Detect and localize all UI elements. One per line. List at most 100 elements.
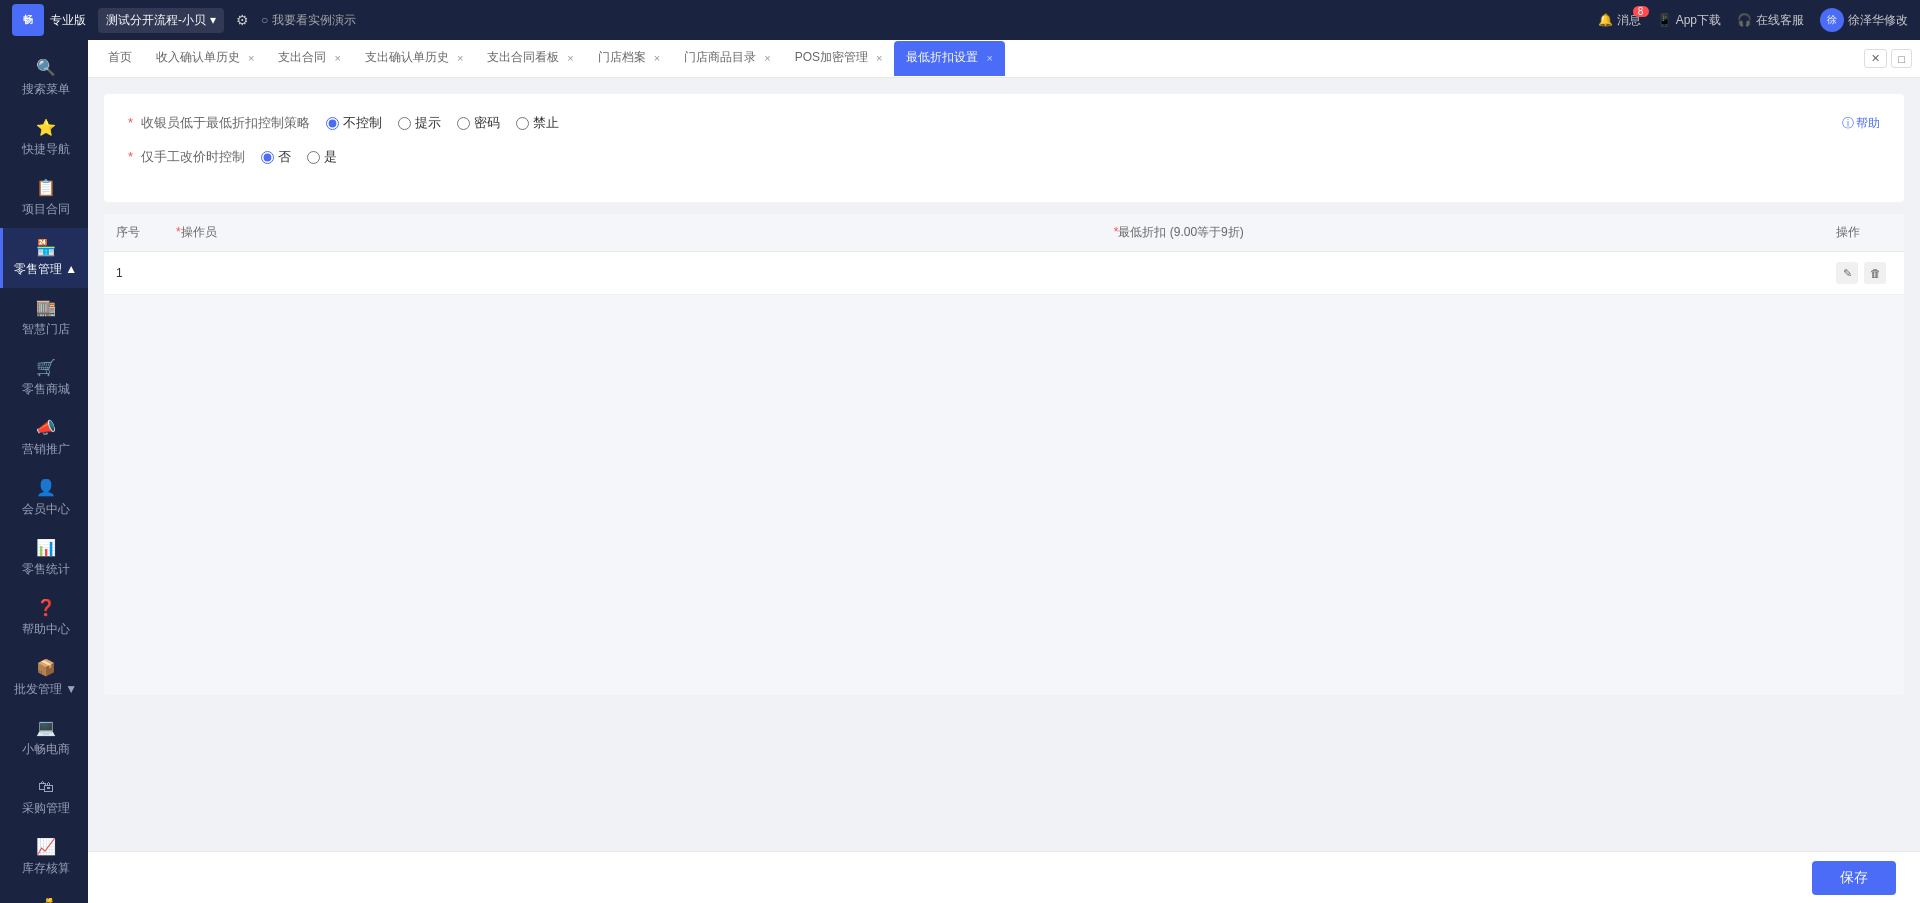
field1-required-mark: * <box>128 115 133 130</box>
chevron-down-icon: ▾ <box>210 13 216 27</box>
sidebar-item-marketing[interactable]: 📣 营销推广 <box>0 408 88 468</box>
tab-store-file-close[interactable]: × <box>654 52 660 64</box>
messages-btn[interactable]: 🔔 消息 8 <box>1598 12 1641 29</box>
th-actions: 操作 <box>1824 214 1904 252</box>
tab-store-products-close[interactable]: × <box>764 52 770 64</box>
purchase-icon: 🛍 <box>38 778 54 796</box>
tab-home[interactable]: 首页 <box>96 41 144 76</box>
radio-yes[interactable]: 是 <box>307 148 337 166</box>
top-bar-right: 🔔 消息 8 📱 App下载 🎧 在线客服 徐 徐泽华修改 <box>1598 8 1908 32</box>
save-button[interactable]: 保存 <box>1812 861 1896 895</box>
sidebar-item-ecommerce[interactable]: 💻 小畅电商 <box>0 708 88 768</box>
radio-forbid-input[interactable] <box>516 117 529 130</box>
user-profile-btn[interactable]: 徐 徐泽华修改 <box>1820 8 1908 32</box>
tab-expenditure-history-label: 支出确认单历史 <box>365 49 449 66</box>
table-header-row: 序号 *操作员 *最低折扣 (9.00等于9折) 操作 <box>104 214 1904 252</box>
radio-no-control[interactable]: 不控制 <box>326 114 382 132</box>
edit-icon[interactable]: ✎ <box>1836 262 1858 284</box>
project-name: 测试分开流程-小贝 <box>106 12 206 29</box>
app-download-btn[interactable]: 📱 App下载 <box>1657 12 1721 29</box>
headset-icon: 🎧 <box>1737 13 1752 27</box>
sidebar-item-search[interactable]: 🔍 搜索菜单 <box>0 48 88 108</box>
mall-icon: 🛒 <box>36 358 56 377</box>
question-icon: ⓘ <box>1842 115 1854 132</box>
tab-min-discount-close[interactable]: × <box>986 52 992 64</box>
tab-expenditure-contract-close[interactable]: × <box>334 52 340 64</box>
radio-tip-label: 提示 <box>415 114 441 132</box>
tab-pos-encrypt[interactable]: POS加密管理 × <box>783 41 895 76</box>
radio-password[interactable]: 密码 <box>457 114 500 132</box>
radio-no-control-input[interactable] <box>326 117 339 130</box>
sidebar-item-wholesale[interactable]: 📦 批发管理 ▼ <box>0 648 88 708</box>
help-label: 帮助 <box>1856 115 1880 132</box>
sidebar-label-smart-store: 智慧门店 <box>22 321 70 338</box>
tab-maximize-btn[interactable]: □ <box>1891 49 1912 68</box>
tab-expenditure-board-label: 支出合同看板 <box>487 49 559 66</box>
td-actions: ✎ 🗑 <box>1824 252 1904 295</box>
help-btn[interactable]: ⓘ 帮助 <box>1842 115 1880 132</box>
sidebar-item-help[interactable]: ❓ 帮助中心 <box>0 588 88 648</box>
tab-store-file-label: 门店档案 <box>598 49 646 66</box>
sidebar-item-retail-mall[interactable]: 🛒 零售商城 <box>0 348 88 408</box>
radio-no-label: 否 <box>278 148 291 166</box>
sidebar-item-contract[interactable]: 📋 项目合同 <box>0 168 88 228</box>
content-area: 首页 收入确认单历史 × 支出合同 × 支出确认单历史 × 支出合同看板 × 门… <box>88 40 1920 903</box>
store-icon: 🏬 <box>36 298 56 317</box>
th-discount: *最低折扣 (9.00等于9折) <box>1102 214 1824 252</box>
tab-expenditure-history[interactable]: 支出确认单历史 × <box>353 41 475 76</box>
tab-store-products[interactable]: 门店商品目录 × <box>672 41 782 76</box>
page-content: * 收银员低于最低折扣控制策略 不控制 提示 <box>88 78 1920 851</box>
download-icon: 📱 <box>1657 13 1672 27</box>
sidebar-item-retail[interactable]: 🏪 零售管理 ▲ <box>0 228 88 288</box>
form-row-control-strategy: * 收银员低于最低折扣控制策略 不控制 提示 <box>128 114 1880 132</box>
sidebar-item-purchase[interactable]: 🛍 采购管理 <box>0 768 88 827</box>
tab-expenditure-board[interactable]: 支出合同看板 × <box>475 41 585 76</box>
main-layout: 🔍 搜索菜单 ⭐ 快捷导航 📋 项目合同 🏪 零售管理 ▲ 🏬 智慧门店 🛒 零… <box>0 40 1920 903</box>
tab-expenditure-board-close[interactable]: × <box>567 52 573 64</box>
tab-expenditure-contract-label: 支出合同 <box>278 49 326 66</box>
sidebar-label-search: 搜索菜单 <box>22 81 70 98</box>
project-selector[interactable]: 测试分开流程-小贝 ▾ <box>98 8 224 33</box>
radio-tip[interactable]: 提示 <box>398 114 441 132</box>
table-empty-area <box>104 295 1904 695</box>
radio-no-control-label: 不控制 <box>343 114 382 132</box>
member-icon: 👤 <box>36 478 56 497</box>
tabs-bar: 首页 收入确认单历史 × 支出合同 × 支出确认单历史 × 支出合同看板 × 门… <box>88 40 1920 78</box>
radio-no-input[interactable] <box>261 151 274 164</box>
radio-no[interactable]: 否 <box>261 148 291 166</box>
sidebar-item-member[interactable]: 👤 会员中心 <box>0 468 88 528</box>
delete-icon[interactable]: 🗑 <box>1864 262 1886 284</box>
top-bar: 畅 专业版 测试分开流程-小贝 ▾ ⚙ ○ 我要看实例演示 🔔 消息 8 📱 A… <box>0 0 1920 40</box>
tab-pos-encrypt-label: POS加密管理 <box>795 49 868 66</box>
sidebar-item-quicknav[interactable]: ⭐ 快捷导航 <box>0 108 88 168</box>
sidebar-item-smart-store[interactable]: 🏬 智慧门店 <box>0 288 88 348</box>
radio-password-input[interactable] <box>457 117 470 130</box>
tab-pos-encrypt-close[interactable]: × <box>876 52 882 64</box>
sidebar-item-retail-stats[interactable]: 📊 零售统计 <box>0 528 88 588</box>
logo-icon: 畅 <box>12 4 44 36</box>
tab-min-discount[interactable]: 最低折扣设置 × <box>894 41 1004 76</box>
tab-income-history-label: 收入确认单历史 <box>156 49 240 66</box>
sidebar-item-finance[interactable]: 💰 资金管理 <box>0 887 88 903</box>
radio-yes-input[interactable] <box>307 151 320 164</box>
tab-income-history[interactable]: 收入确认单历史 × <box>144 41 266 76</box>
radio-tip-input[interactable] <box>398 117 411 130</box>
control-strategy-radio-group: 不控制 提示 密码 禁止 <box>326 114 559 132</box>
tab-expenditure-contract[interactable]: 支出合同 × <box>266 41 352 76</box>
field2-label: * 仅手工改价时控制 <box>128 148 245 166</box>
radio-forbid-label: 禁止 <box>533 114 559 132</box>
demo-link[interactable]: ○ 我要看实例演示 <box>261 12 356 29</box>
online-service-btn[interactable]: 🎧 在线客服 <box>1737 12 1804 29</box>
tab-income-history-close[interactable]: × <box>248 52 254 64</box>
sidebar-item-inventory[interactable]: 📈 库存核算 <box>0 827 88 887</box>
settings-icon[interactable]: ⚙ <box>236 12 249 28</box>
tab-actions: ✕ □ <box>1864 49 1912 68</box>
tab-expenditure-history-close[interactable]: × <box>457 52 463 64</box>
tab-store-file[interactable]: 门店档案 × <box>586 41 672 76</box>
username-label: 徐泽华修改 <box>1848 12 1908 29</box>
th-seq: 序号 <box>104 214 164 252</box>
messages-badge: 8 <box>1633 6 1649 17</box>
tab-close-btn[interactable]: ✕ <box>1864 49 1887 68</box>
field1-label: * 收银员低于最低折扣控制策略 <box>128 114 310 132</box>
radio-forbid[interactable]: 禁止 <box>516 114 559 132</box>
